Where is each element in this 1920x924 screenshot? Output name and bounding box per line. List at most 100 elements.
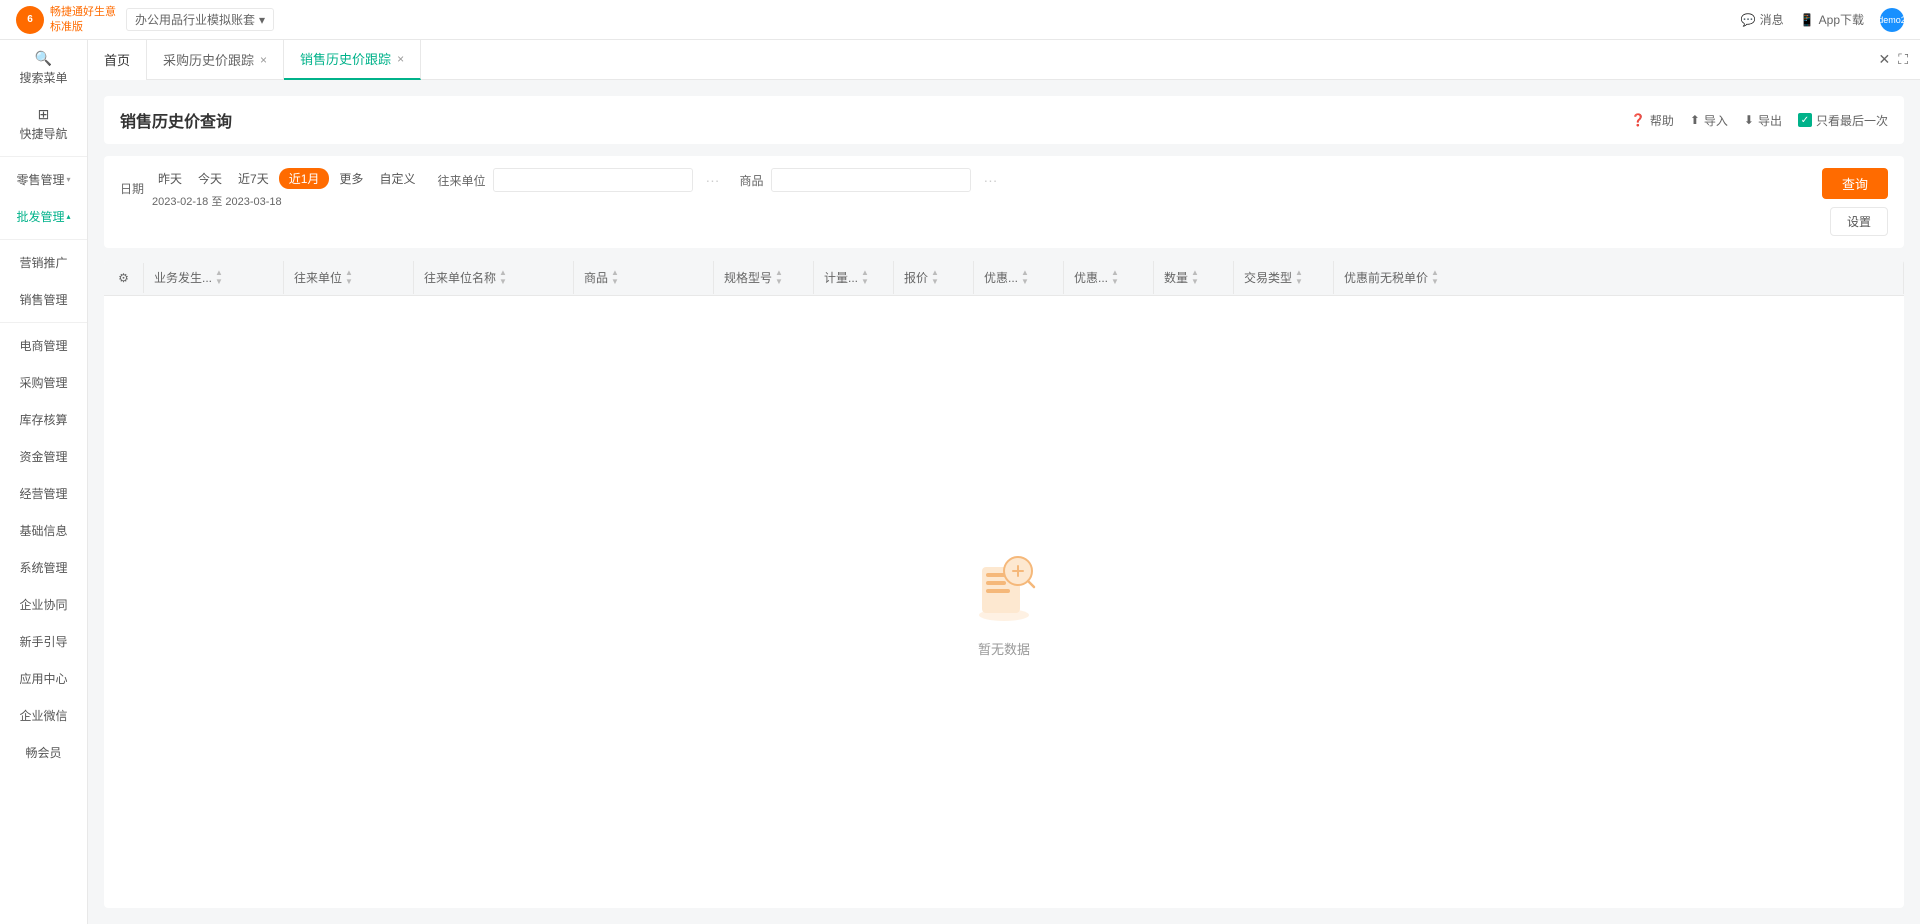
date-btn-more[interactable]: 更多 xyxy=(333,168,369,189)
product-input[interactable] xyxy=(771,168,971,192)
sidebar-item-basic-info[interactable]: 基础信息 xyxy=(0,512,87,549)
sidebar-item-purchase-mgmt[interactable]: 采购管理 xyxy=(0,364,87,401)
close-tab-btn[interactable]: ✕ xyxy=(1878,51,1890,68)
sidebar: 🔍 搜索菜单 ⊞ 快捷导航 零售管理 ▾ 批发管理 ▴ 营销推广 销售管理 电商… xyxy=(0,40,88,924)
export-btn[interactable]: ⬇ 导出 xyxy=(1744,112,1782,129)
th-price[interactable]: 报价 ▲ ▼ xyxy=(894,261,974,294)
product-label: 商品 xyxy=(739,172,763,189)
empty-state: 暂无数据 xyxy=(924,507,1084,698)
sidebar-item-guide[interactable]: 新手引导 xyxy=(0,623,87,660)
app-selector[interactable]: 办公用品行业模拟账套 ▾ xyxy=(126,8,274,31)
sort-price: ▲ ▼ xyxy=(931,269,939,286)
date-buttons: 昨天 今天 近7天 近1月 更多 自定义 xyxy=(152,168,421,189)
tab-close-sales[interactable]: × xyxy=(397,53,404,65)
date-btn-today[interactable]: 今天 xyxy=(192,168,228,189)
partner-filter-group: 往来单位 ··· xyxy=(437,168,723,192)
sort-business: ▲ ▼ xyxy=(215,269,223,286)
sidebar-item-sales-mgmt[interactable]: 销售管理 xyxy=(0,281,87,318)
date-btn-7days[interactable]: 近7天 xyxy=(232,168,275,189)
only-last-checkbox[interactable]: ✓ 只看最后一次 xyxy=(1798,112,1888,129)
product-filter-group: 商品 ··· xyxy=(739,168,1001,192)
top-bar: 6 畅捷通好生意 标准版 办公用品行业模拟账套 ▾ 💬 消息 📱 App下载 d… xyxy=(0,0,1920,40)
import-icon: ⬆ xyxy=(1690,113,1700,127)
tab-sales-history[interactable]: 销售历史价跟踪 × xyxy=(284,40,421,80)
date-btn-1month[interactable]: 近1月 xyxy=(279,168,330,189)
th-partner-code[interactable]: 往来单位 ▲ ▼ xyxy=(284,261,414,294)
filter-right: 查询 设置 xyxy=(1822,168,1888,236)
sort-discount2: ▲ ▼ xyxy=(1111,269,1119,286)
logo-icon: 6 xyxy=(16,6,44,34)
th-pretax-price[interactable]: 优惠前无税单价 ▲ ▼ xyxy=(1334,261,1904,294)
user-avatar-btn[interactable]: demo2 xyxy=(1880,8,1904,32)
sidebar-item-ops-mgmt[interactable]: 经营管理 xyxy=(0,475,87,512)
tab-purchase-history[interactable]: 采购历史价跟踪 × xyxy=(147,40,284,80)
table-body: 暂无数据 xyxy=(104,296,1904,908)
page-header-actions: ❓ 帮助 ⬆ 导入 ⬇ 导出 ✓ 只看最后一次 xyxy=(1631,112,1888,129)
search-icon: 🔍 xyxy=(35,50,52,67)
empty-text: 暂无数据 xyxy=(978,639,1030,658)
main-layout: 🔍 搜索菜单 ⊞ 快捷导航 零售管理 ▾ 批发管理 ▴ 营销推广 销售管理 电商… xyxy=(0,40,1920,924)
tab-home[interactable]: 首页 xyxy=(88,40,147,80)
sidebar-item-retail-mgmt[interactable]: 零售管理 ▾ xyxy=(0,161,87,198)
maximize-btn[interactable]: ⛶ xyxy=(1898,51,1908,68)
filter-bar: 日期 昨天 今天 近7天 近1月 更多 自定义 2023-02-18 至 202… xyxy=(104,156,1904,248)
th-partner-name[interactable]: 往来单位名称 ▲ ▼ xyxy=(414,261,574,294)
table-container: ⚙ 业务发生... ▲ ▼ 往来单位 ▲ ▼ xyxy=(104,260,1904,908)
th-unit[interactable]: 计量... ▲ ▼ xyxy=(814,261,894,294)
th-trade-type[interactable]: 交易类型 ▲ ▼ xyxy=(1234,261,1334,294)
date-range-text: 2023-02-18 至 2023-03-18 xyxy=(152,193,421,209)
sidebar-item-search-menu[interactable]: 🔍 搜索菜单 xyxy=(0,40,87,96)
chevron-down-icon: ▾ xyxy=(259,13,265,27)
sidebar-item-marketing[interactable]: 营销推广 xyxy=(0,244,87,281)
th-settings[interactable]: ⚙ xyxy=(104,263,144,293)
th-business-date[interactable]: 业务发生... ▲ ▼ xyxy=(144,261,284,294)
import-btn[interactable]: ⬆ 导入 xyxy=(1690,112,1728,129)
tab-close-purchase[interactable]: × xyxy=(260,54,267,66)
sidebar-item-ecom-mgmt[interactable]: 电商管理 xyxy=(0,327,87,364)
sidebar-item-capital-mgmt[interactable]: 资金管理 xyxy=(0,438,87,475)
date-filter-group: 日期 昨天 今天 近7天 近1月 更多 自定义 2023-02-18 至 202… xyxy=(120,168,421,209)
th-discount1[interactable]: 优惠... ▲ ▼ xyxy=(974,261,1064,294)
date-btn-yesterday[interactable]: 昨天 xyxy=(152,168,188,189)
table-header: ⚙ 业务发生... ▲ ▼ 往来单位 ▲ ▼ xyxy=(104,260,1904,296)
query-btn[interactable]: 查询 xyxy=(1822,168,1888,199)
logo-area: 6 畅捷通好生意 标准版 xyxy=(16,5,116,34)
date-btn-custom[interactable]: 自定义 xyxy=(373,168,421,189)
help-btn[interactable]: ❓ 帮助 xyxy=(1631,112,1674,129)
sort-partner-code: ▲ ▼ xyxy=(345,269,353,286)
date-label: 日期 xyxy=(120,180,144,197)
page-title: 销售历史价查询 xyxy=(120,108,232,132)
partner-input[interactable] xyxy=(493,168,693,192)
message-btn[interactable]: 💬 消息 xyxy=(1741,11,1784,28)
top-bar-right: 💬 消息 📱 App下载 demo2 xyxy=(1741,8,1904,32)
th-discount2[interactable]: 优惠... ▲ ▼ xyxy=(1064,261,1154,294)
sidebar-item-app-center[interactable]: 应用中心 xyxy=(0,660,87,697)
sidebar-item-sys-mgmt[interactable]: 系统管理 xyxy=(0,549,87,586)
sidebar-item-membership[interactable]: 畅会员 xyxy=(0,734,87,771)
partner-ellipsis-btn[interactable]: ··· xyxy=(701,172,723,188)
sort-spec: ▲ ▼ xyxy=(775,269,783,286)
th-product[interactable]: 商品 ▲ ▼ xyxy=(574,261,714,294)
checkbox-icon: ✓ xyxy=(1798,113,1812,127)
settings-icon: ⚙ xyxy=(118,271,129,285)
sidebar-item-enterprise-wechat[interactable]: 企业微信 xyxy=(0,697,87,734)
product-ellipsis-btn[interactable]: ··· xyxy=(979,172,1001,188)
sidebar-item-quick-nav[interactable]: ⊞ 快捷导航 xyxy=(0,96,87,152)
sidebar-item-wholesale-mgmt[interactable]: 批发管理 ▴ xyxy=(0,198,87,235)
page-header: 销售历史价查询 ❓ 帮助 ⬆ 导入 ⬇ 导出 ✓ xyxy=(104,96,1904,144)
app-download-btn[interactable]: 📱 App下载 xyxy=(1800,11,1864,28)
sort-partner-name: ▲ ▼ xyxy=(499,269,507,286)
th-qty[interactable]: 数量 ▲ ▼ xyxy=(1154,261,1234,294)
help-icon: ❓ xyxy=(1631,113,1646,127)
avatar: demo2 xyxy=(1880,8,1904,32)
sidebar-divider3 xyxy=(0,322,87,323)
sidebar-item-enterprise[interactable]: 企业协同 xyxy=(0,586,87,623)
partner-label: 往来单位 xyxy=(437,172,485,189)
sidebar-item-inventory[interactable]: 库存核算 xyxy=(0,401,87,438)
download-icon: 📱 xyxy=(1800,13,1815,27)
settings-btn[interactable]: 设置 xyxy=(1830,207,1888,236)
sort-qty: ▲ ▼ xyxy=(1191,269,1199,286)
th-spec[interactable]: 规格型号 ▲ ▼ xyxy=(714,261,814,294)
sort-product: ▲ ▼ xyxy=(611,269,619,286)
empty-icon xyxy=(964,547,1044,627)
